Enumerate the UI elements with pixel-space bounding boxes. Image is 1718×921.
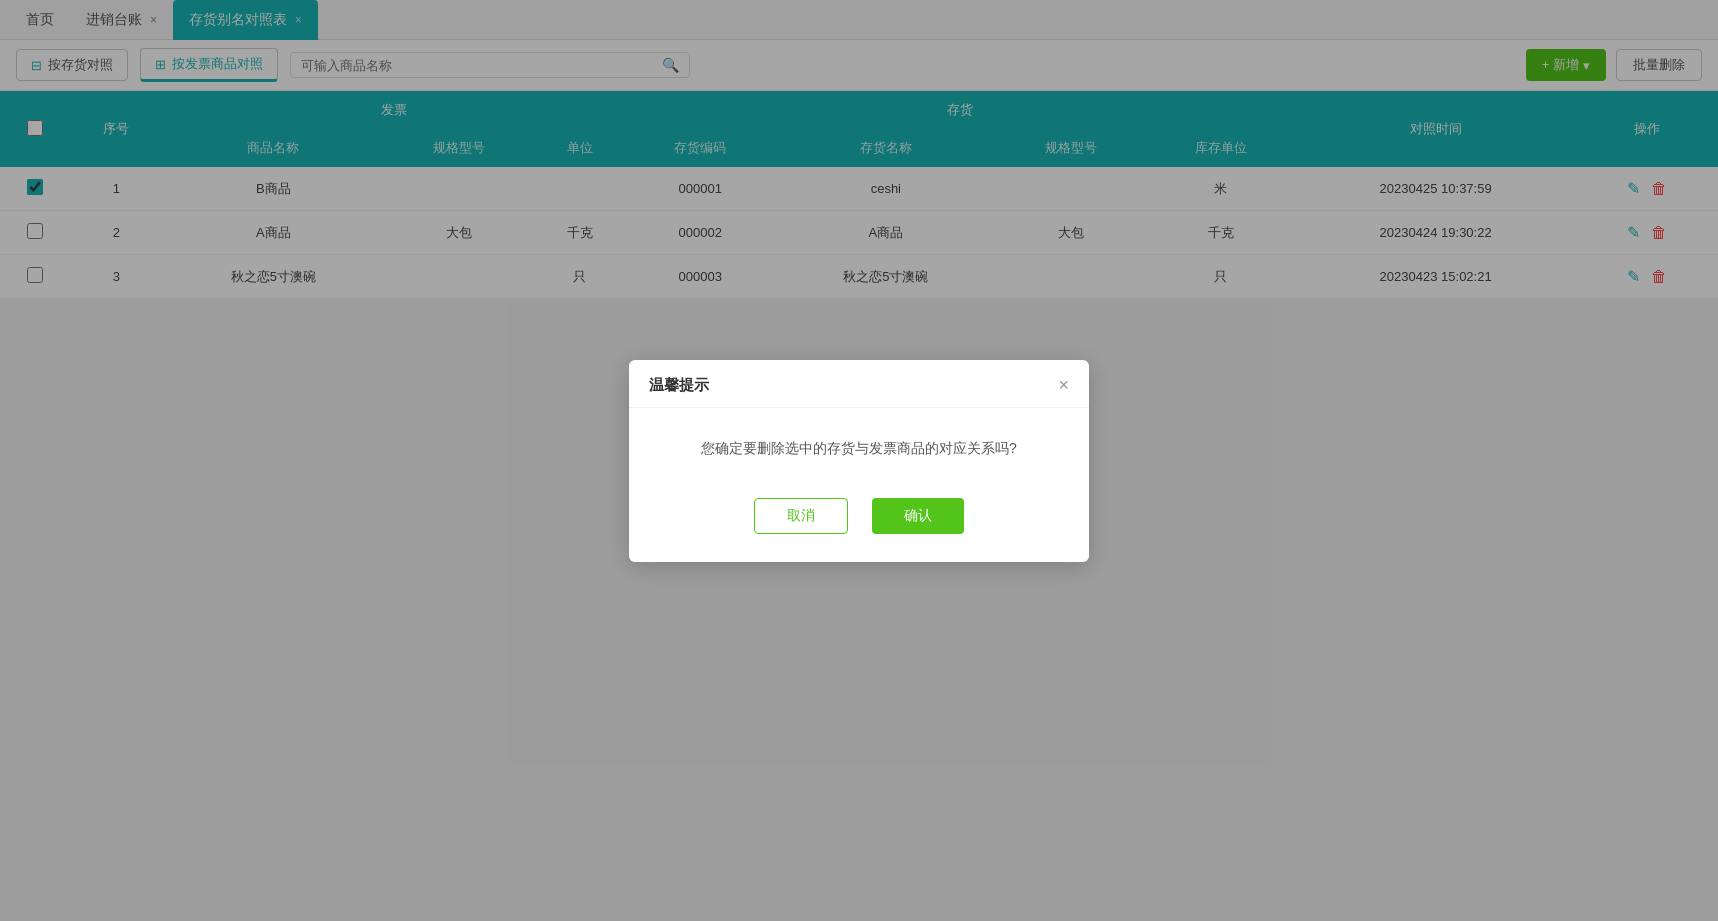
dialog-overlay: 温馨提示 × 您确定要删除选中的存货与发票商品的对应关系吗? 取消 确认: [0, 0, 1718, 299]
